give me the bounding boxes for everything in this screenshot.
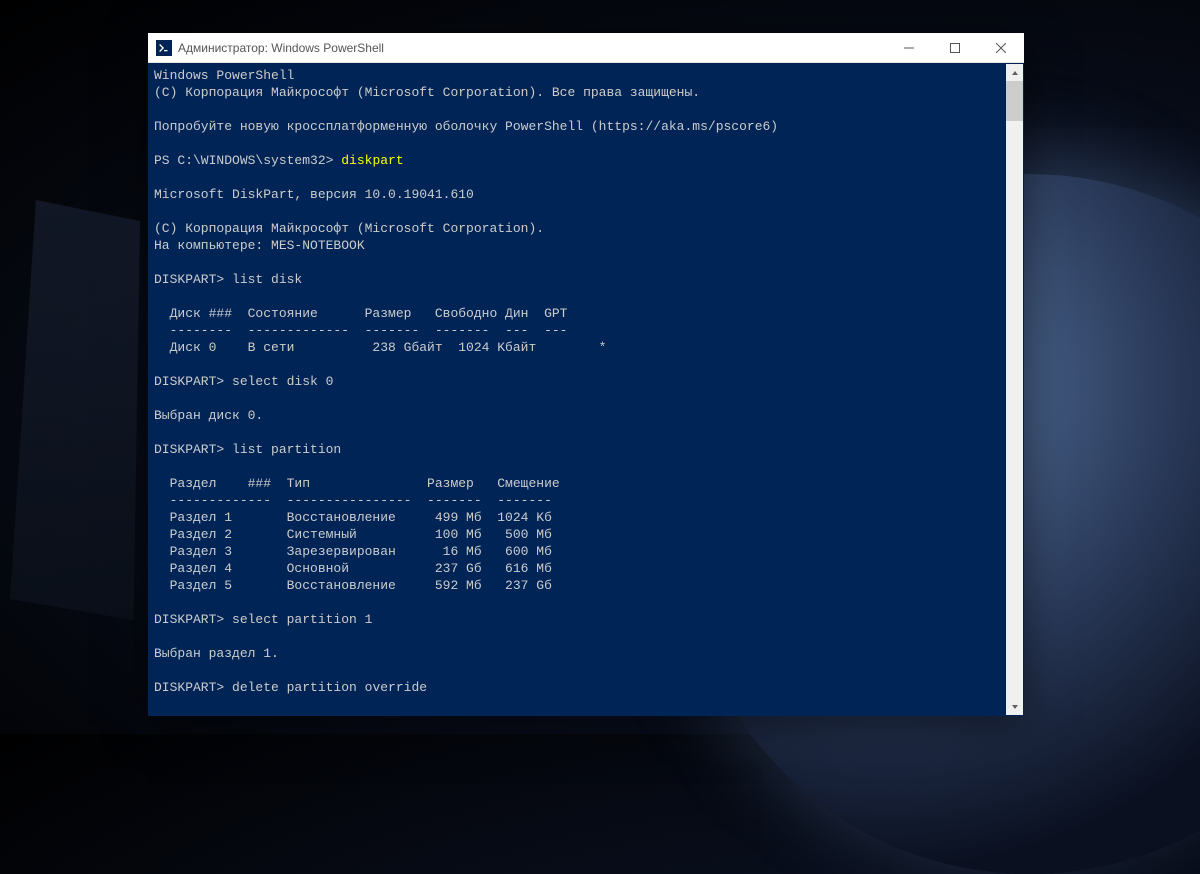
table-row: Раздел 4 Основной 237 Gб 616 Мб: [154, 561, 552, 576]
titlebar[interactable]: Администратор: Windows PowerShell: [148, 33, 1024, 63]
scrollbar[interactable]: [1006, 64, 1023, 715]
command: list disk: [232, 272, 302, 287]
command: list partition: [232, 442, 341, 457]
close-button[interactable]: [978, 33, 1024, 63]
diskpart-prompt: DISKPART>: [154, 612, 232, 627]
console-output[interactable]: Windows PowerShell (C) Корпорация Майкро…: [148, 63, 1024, 716]
command: diskpart: [341, 153, 403, 168]
line: Попробуйте новую кроссплатформенную обол…: [154, 119, 778, 134]
diskpart-prompt: DISKPART>: [154, 374, 232, 389]
command: delete partition override: [232, 680, 427, 695]
diskpart-prompt: DISKPART>: [154, 442, 232, 457]
powershell-icon: [156, 40, 172, 56]
line: Microsoft DiskPart, версия 10.0.19041.61…: [154, 187, 474, 202]
table-row: Раздел 3 Зарезервирован 16 Мб 600 Мб: [154, 544, 552, 559]
line: Выбран раздел 1.: [154, 646, 279, 661]
line: Windows PowerShell: [154, 68, 294, 83]
table-divider: -------- ------------- ------- ------- -…: [154, 323, 567, 338]
scroll-down-button[interactable]: [1006, 698, 1023, 715]
table-row: Диск 0 В сети 238 Gбайт 1024 Kбайт *: [154, 340, 606, 355]
table-header: Диск ### Состояние Размер Свободно Дин G…: [154, 306, 567, 321]
table-row: Раздел 2 Системный 100 Мб 500 Мб: [154, 527, 552, 542]
command: select disk 0: [232, 374, 333, 389]
scroll-thumb[interactable]: [1006, 81, 1023, 121]
ps-prompt: PS C:\WINDOWS\system32>: [154, 153, 341, 168]
diskpart-prompt: DISKPART>: [154, 272, 232, 287]
line: Выбран диск 0.: [154, 408, 263, 423]
scroll-track[interactable]: [1006, 81, 1023, 698]
table-header: Раздел ### Тип Размер Смещение: [154, 476, 560, 491]
minimize-button[interactable]: [886, 33, 932, 63]
table-row: Раздел 1 Восстановление 499 Мб 1024 Kб: [154, 510, 552, 525]
powershell-window: Администратор: Windows PowerShell Window…: [148, 33, 1024, 716]
line: (C) Корпорация Майкрософт (Microsoft Cor…: [154, 221, 544, 236]
maximize-button[interactable]: [932, 33, 978, 63]
diskpart-prompt: DISKPART>: [154, 680, 232, 695]
window-title: Администратор: Windows PowerShell: [178, 41, 384, 55]
line: (C) Корпорация Майкрософт (Microsoft Cor…: [154, 85, 700, 100]
command: select partition 1: [232, 612, 372, 627]
scroll-up-button[interactable]: [1006, 64, 1023, 81]
line: На компьютере: MES-NOTEBOOK: [154, 238, 365, 253]
table-row: Раздел 5 Восстановление 592 Мб 237 Gб: [154, 578, 552, 593]
table-divider: ------------- ---------------- ------- -…: [154, 493, 552, 508]
